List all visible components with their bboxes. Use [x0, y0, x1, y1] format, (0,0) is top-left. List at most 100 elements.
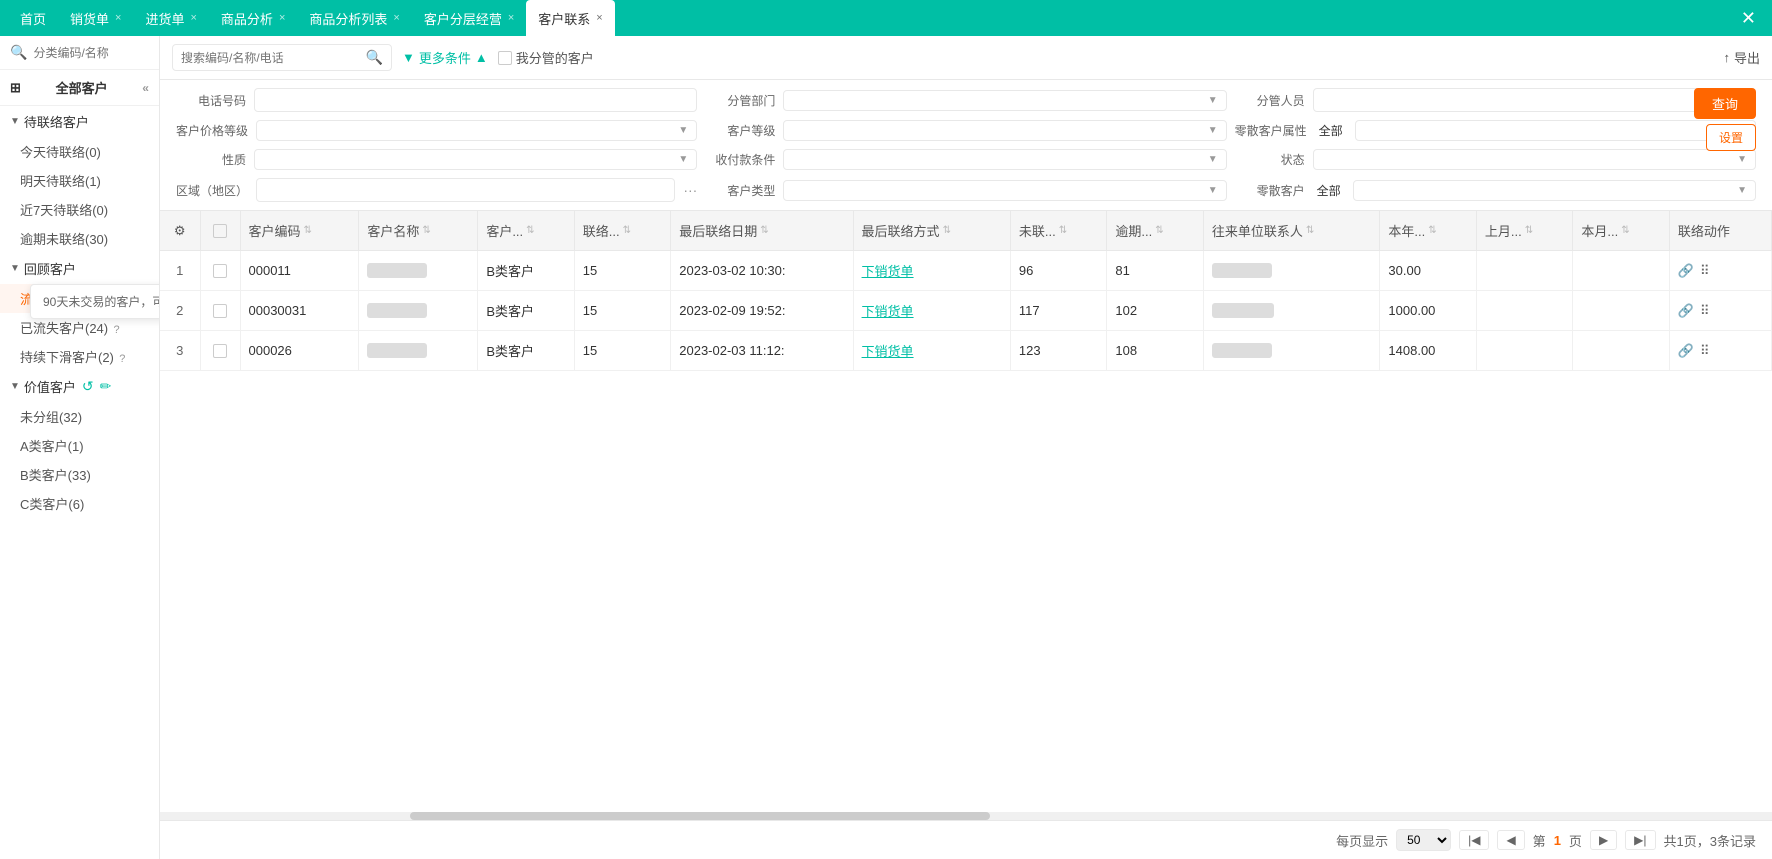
- select-all-checkbox[interactable]: [213, 224, 227, 238]
- export-button[interactable]: ↑ 导出: [1723, 48, 1760, 67]
- row3-action-link-icon[interactable]: 🔗: [1678, 343, 1694, 359]
- dept-select[interactable]: ▼: [783, 90, 1226, 111]
- nav-purchase-close[interactable]: ×: [190, 12, 196, 24]
- nav-customer-contact-close[interactable]: ×: [596, 12, 602, 24]
- declining-info-icon: ?: [119, 353, 125, 365]
- last-method-col-header[interactable]: 最后联络方式 ⇅: [853, 211, 1010, 251]
- top-nav: 首页 销货单 × 进货单 × 商品分析 × 商品分析列表 × 客户分层经营 × …: [0, 0, 1772, 36]
- last-month-col-header[interactable]: 上月... ⇅: [1476, 211, 1572, 251]
- edit-icon[interactable]: ✏: [100, 378, 112, 395]
- row3-last-method[interactable]: 下销货单: [853, 331, 1010, 371]
- row1-code[interactable]: 000011: [240, 251, 359, 291]
- advanced-filter-panel: 电话号码 分管部门 ▼ 分管人员 ··· 客户价格等级 ▼: [160, 80, 1772, 211]
- first-page-button[interactable]: |◀: [1459, 830, 1489, 850]
- nature-select[interactable]: ▼: [254, 149, 697, 170]
- search-input[interactable]: [181, 51, 360, 65]
- scattered-attr-value: 全部: [1319, 122, 1343, 139]
- nav-home[interactable]: 首页: [8, 0, 58, 36]
- refresh-icon[interactable]: ↺: [82, 378, 94, 395]
- contact-col-header[interactable]: 联络... ⇅: [574, 211, 670, 251]
- sidebar-item-declining[interactable]: 持续下滑客户(2) ?: [0, 342, 159, 371]
- window-close-button[interactable]: ✕: [1733, 8, 1764, 29]
- scattered-attr-select[interactable]: ▼: [1355, 120, 1756, 141]
- customer-type-select[interactable]: ▼: [783, 180, 1226, 201]
- sidebar-item-class-c[interactable]: C类客户(6): [0, 489, 159, 518]
- last-page-button[interactable]: ▶|: [1625, 830, 1655, 850]
- search-button[interactable]: 🔍: [366, 49, 383, 66]
- horizontal-scrollbar[interactable]: [160, 812, 1772, 820]
- prev-page-button[interactable]: ◀: [1497, 830, 1524, 850]
- sidebar-item-ungrouped[interactable]: 未分组(32): [0, 402, 159, 431]
- my-customers-checkbox[interactable]: [498, 51, 512, 65]
- sidebar-item-overdue[interactable]: 逾期未联络(30): [0, 224, 159, 253]
- sidebar-all-customers[interactable]: ⊞ 全部客户 «: [0, 70, 159, 106]
- main-layout: 🔍 ⊞ 全部客户 « ▼ 待联络客户 今天待联络(0) 明天待联络(1) 近7天…: [0, 36, 1772, 859]
- nav-purchase[interactable]: 进货单 ×: [133, 0, 208, 36]
- nav-sales-close[interactable]: ×: [115, 12, 121, 24]
- sidebar-section-pending[interactable]: ▼ 待联络客户: [0, 106, 159, 137]
- region-dots[interactable]: ···: [683, 182, 697, 198]
- collapse-icon[interactable]: «: [142, 81, 149, 95]
- this-year-col-header[interactable]: 本年... ⇅: [1380, 211, 1476, 251]
- this-month-col-header[interactable]: 本月... ⇅: [1573, 211, 1669, 251]
- customer-type-arrow: ▼: [1208, 185, 1218, 196]
- sidebar-section-review[interactable]: ▼ 回顾客户: [0, 253, 159, 284]
- row2-code[interactable]: 00030031: [240, 291, 359, 331]
- column-settings-icon[interactable]: ⚙: [174, 223, 186, 238]
- manager-input[interactable]: [1313, 88, 1734, 112]
- row1-action-link-icon[interactable]: 🔗: [1678, 263, 1694, 279]
- my-customers-checkbox-wrap[interactable]: 我分管的客户: [498, 48, 594, 67]
- contact-person-col-header[interactable]: 往来单位联系人 ⇅: [1203, 211, 1380, 251]
- more-conditions-button[interactable]: ▼ 更多条件 ▲: [402, 48, 488, 67]
- name-col-header[interactable]: 客户名称 ⇅: [359, 211, 478, 251]
- nav-customer-segment-close[interactable]: ×: [508, 12, 514, 24]
- sidebar-section-value[interactable]: ▼ 价值客户 ↺ ✏: [0, 371, 159, 402]
- overdue-col-header[interactable]: 逾期... ⇅: [1107, 211, 1203, 251]
- row1-select-checkbox[interactable]: [213, 264, 227, 278]
- last-date-col-header[interactable]: 最后联络日期 ⇅: [671, 211, 853, 251]
- settings-button[interactable]: 设置: [1706, 124, 1756, 151]
- row3-select-checkbox[interactable]: [213, 344, 227, 358]
- code-col-header[interactable]: 客户编码 ⇅: [240, 211, 359, 251]
- page-size-select[interactable]: 50 100 200: [1396, 829, 1451, 851]
- row2-action-menu-icon[interactable]: ⠿: [1700, 303, 1710, 319]
- nav-product-list[interactable]: 商品分析列表 ×: [297, 0, 411, 36]
- row1-last-method[interactable]: 下销货单: [853, 251, 1010, 291]
- nav-product-analysis[interactable]: 商品分析 ×: [209, 0, 297, 36]
- row2-select-checkbox[interactable]: [213, 304, 227, 318]
- row2-last-method[interactable]: 下销货单: [853, 291, 1010, 331]
- sidebar-item-tomorrow[interactable]: 明天待联络(1): [0, 166, 159, 195]
- row1-not-contacted: 96: [1010, 251, 1106, 291]
- row1-action-menu-icon[interactable]: ⠿: [1700, 263, 1710, 279]
- nav-product-analysis-close[interactable]: ×: [279, 12, 285, 24]
- not-contacted-col-header[interactable]: 未联... ⇅: [1010, 211, 1106, 251]
- last-month-sort-icon: ⇅: [1525, 225, 1533, 236]
- customer-level-select[interactable]: ▼: [783, 120, 1226, 141]
- sidebar-search-input[interactable]: [33, 46, 160, 60]
- row3-code[interactable]: 000026: [240, 331, 359, 371]
- type-col-header[interactable]: 客户... ⇅: [478, 211, 574, 251]
- phone-input[interactable]: [254, 88, 697, 112]
- settings-col-header[interactable]: ⚙: [160, 211, 200, 251]
- status-select[interactable]: ▼: [1313, 149, 1756, 170]
- payment-select[interactable]: ▼: [783, 149, 1226, 170]
- nav-customer-segment[interactable]: 客户分层经营 ×: [412, 0, 526, 36]
- scrollbar-thumb[interactable]: [410, 812, 990, 820]
- page-size-label: 每页显示: [1336, 831, 1388, 850]
- customer-level-label: 客户等级: [705, 122, 775, 139]
- row3-action-menu-icon[interactable]: ⠿: [1700, 343, 1710, 359]
- row2-action-link-icon[interactable]: 🔗: [1678, 303, 1694, 319]
- sidebar-item-class-a[interactable]: A类客户(1): [0, 431, 159, 460]
- nav-product-list-close[interactable]: ×: [393, 12, 399, 24]
- sidebar-item-today[interactable]: 今天待联络(0): [0, 137, 159, 166]
- sidebar-item-class-b[interactable]: B类客户(33): [0, 460, 159, 489]
- query-button[interactable]: 查询: [1694, 88, 1756, 119]
- region-input[interactable]: [256, 178, 675, 202]
- sidebar-item-7days[interactable]: 近7天待联络(0): [0, 195, 159, 224]
- row1-name-blurred: ██████: [367, 263, 427, 278]
- next-page-button[interactable]: ▶: [1590, 830, 1617, 850]
- nav-customer-contact[interactable]: 客户联系 ×: [526, 0, 614, 36]
- nav-sales[interactable]: 销货单 ×: [58, 0, 133, 36]
- price-level-select[interactable]: ▼: [256, 120, 697, 141]
- retail-select[interactable]: ▼: [1353, 180, 1756, 201]
